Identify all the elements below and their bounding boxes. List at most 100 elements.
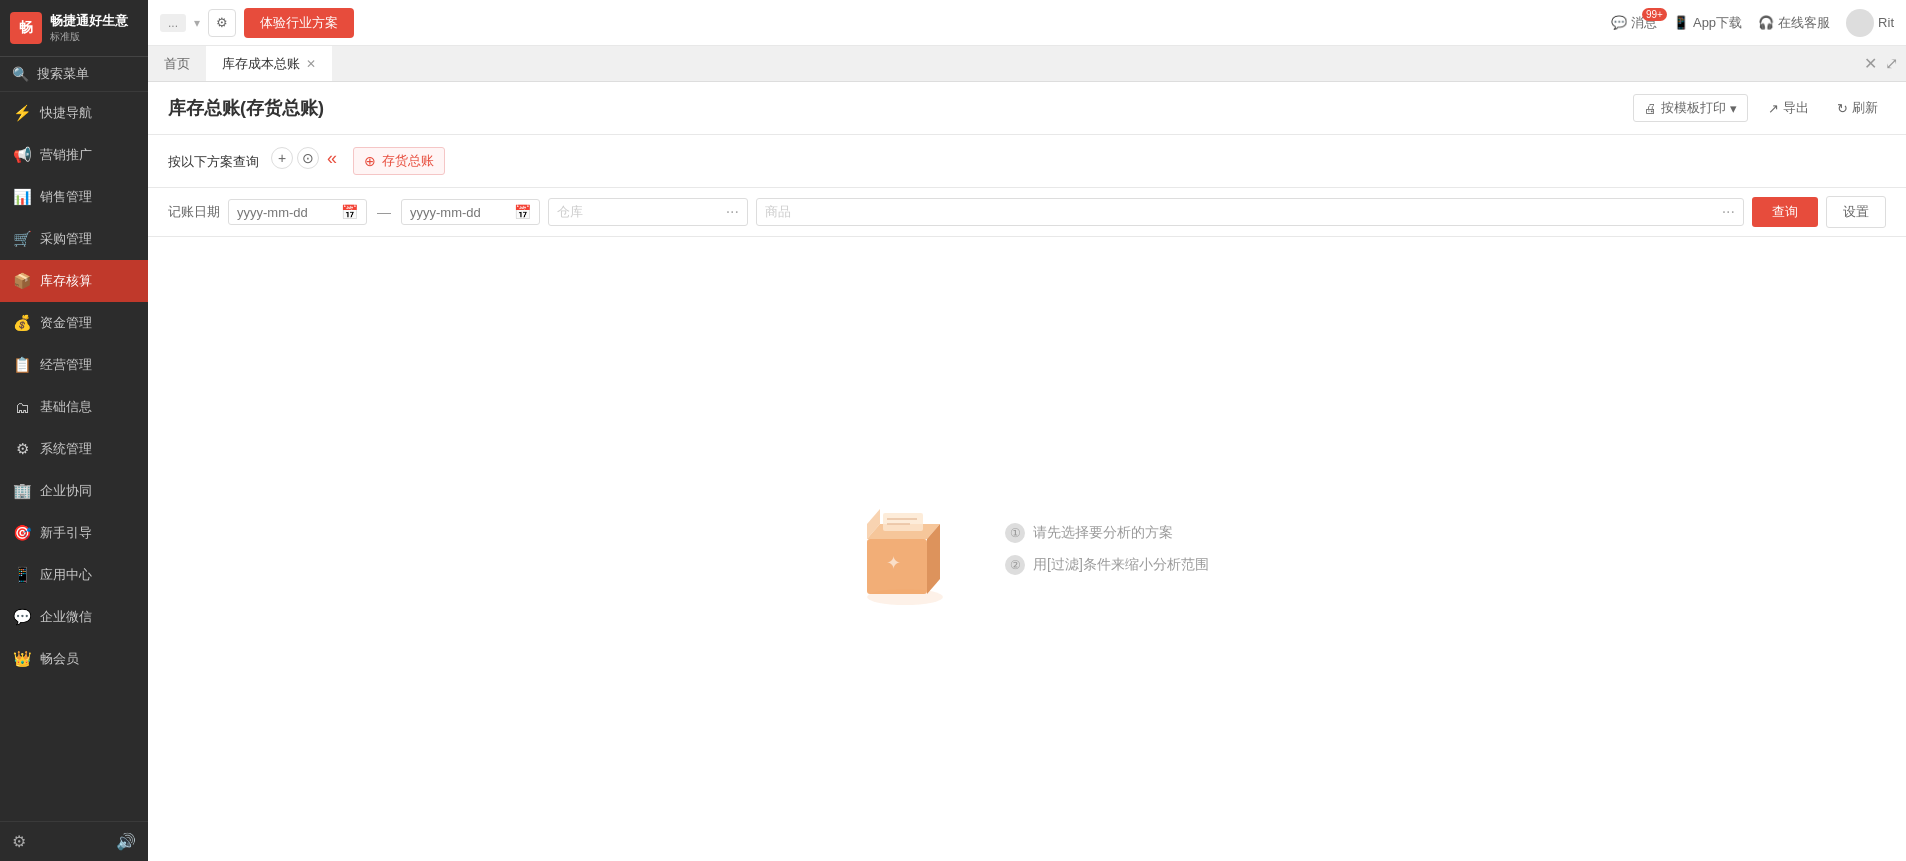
app-download-label: App下载 bbox=[1693, 14, 1742, 32]
panel-close-icon[interactable]: ✕ bbox=[1864, 54, 1877, 73]
svg-rect-6 bbox=[883, 513, 923, 531]
sidebar-search[interactable]: 🔍 搜索菜单 bbox=[0, 57, 148, 92]
export-button[interactable]: ↗ 导出 bbox=[1760, 95, 1817, 121]
sidebar-logo: 畅 畅捷通好生意 标准版 bbox=[0, 0, 148, 57]
print-chevron-icon: ▾ bbox=[1730, 101, 1737, 116]
sidebar-item-label: 应用中心 bbox=[40, 566, 136, 584]
sidebar-item-enterprise[interactable]: 🏢 企业协同 bbox=[0, 470, 148, 512]
sidebar-footer: ⚙ 🔊 bbox=[0, 821, 148, 861]
print-button[interactable]: 🖨 按模板打印 ▾ bbox=[1633, 94, 1748, 122]
sidebar-item-finance[interactable]: 💰 资金管理 bbox=[0, 302, 148, 344]
topbar: ... ▾ ⚙ 体验行业方案 💬 消息 99+ 📱 App下载 🎧 在线客服 R bbox=[148, 0, 1906, 46]
empty-illustration: ✦ bbox=[845, 489, 965, 609]
wechat-icon: 💬 bbox=[12, 607, 32, 627]
svg-text:✦: ✦ bbox=[886, 553, 901, 573]
sidebar-item-system[interactable]: ⚙ 系统管理 bbox=[0, 428, 148, 470]
chevron-down-icon: ▾ bbox=[194, 16, 200, 30]
settings-button[interactable]: 设置 bbox=[1826, 196, 1886, 228]
calendar-end-icon[interactable]: 📅 bbox=[514, 204, 531, 220]
sidebar-item-quick-nav[interactable]: ⚡ 快捷导航 bbox=[0, 92, 148, 134]
add-filter-button[interactable]: + bbox=[271, 147, 293, 169]
quick-nav-icon: ⚡ bbox=[12, 103, 32, 123]
empty-hint-2: ② 用[过滤]条件来缩小分析范围 bbox=[1005, 555, 1209, 575]
empty-texts: ① 请先选择要分析的方案 ② 用[过滤]条件来缩小分析范围 bbox=[1005, 523, 1209, 575]
tab-inventory-cost-label: 库存成本总账 bbox=[222, 55, 300, 73]
scheme-item[interactable]: ⊕ 存货总账 bbox=[353, 147, 445, 175]
topbar-settings-icon[interactable]: ⚙ bbox=[208, 9, 236, 37]
query-button[interactable]: 查询 bbox=[1752, 197, 1818, 227]
warehouse-select[interactable]: 仓库 ··· bbox=[548, 198, 748, 226]
sidebar-item-label: 新手引导 bbox=[40, 524, 136, 542]
sidebar-item-marketing[interactable]: 📢 营销推广 bbox=[0, 134, 148, 176]
speaker-footer-icon[interactable]: 🔊 bbox=[116, 832, 136, 851]
main-area: ... ▾ ⚙ 体验行业方案 💬 消息 99+ 📱 App下载 🎧 在线客服 R bbox=[148, 0, 1906, 861]
message-button[interactable]: 💬 消息 99+ bbox=[1611, 14, 1657, 32]
sidebar-item-label: 资金管理 bbox=[40, 314, 136, 332]
sidebar-item-operations[interactable]: 📋 经营管理 bbox=[0, 344, 148, 386]
settings-footer-icon[interactable]: ⚙ bbox=[12, 832, 26, 851]
product-select[interactable]: 商品 ··· bbox=[756, 198, 1744, 226]
headset-icon: 🎧 bbox=[1758, 15, 1774, 30]
hint-num-1: ① bbox=[1005, 523, 1025, 543]
sidebar-item-label: 企业协同 bbox=[40, 482, 136, 500]
empty-state: ✦ ① 请先选择要分析的方案 ② 用[过滤]条件来缩小分析范围 bbox=[148, 237, 1906, 861]
sidebar-item-label: 系统管理 bbox=[40, 440, 136, 458]
app-center-icon: 📱 bbox=[12, 565, 32, 585]
export-label: 导出 bbox=[1783, 99, 1809, 117]
hint-text-2: 用[过滤]条件来缩小分析范围 bbox=[1033, 556, 1209, 574]
online-service-label: 在线客服 bbox=[1778, 14, 1830, 32]
refresh-icon: ↻ bbox=[1837, 101, 1848, 116]
refresh-label: 刷新 bbox=[1852, 99, 1878, 117]
tab-close-icon[interactable]: ✕ bbox=[306, 57, 316, 71]
sidebar-item-label: 采购管理 bbox=[40, 230, 136, 248]
sidebar-item-label: 快捷导航 bbox=[40, 104, 136, 122]
inventory-icon: 📦 bbox=[12, 271, 32, 291]
sidebar-item-purchase[interactable]: 🛒 采购管理 bbox=[0, 218, 148, 260]
online-service-button[interactable]: 🎧 在线客服 bbox=[1758, 14, 1830, 32]
topbar-left: ... ▾ ⚙ 体验行业方案 bbox=[160, 8, 1611, 38]
user-avatar-button[interactable]: Rit bbox=[1846, 9, 1894, 37]
date-start-input[interactable] bbox=[237, 205, 337, 220]
sidebar-item-basic[interactable]: 🗂 基础信息 bbox=[0, 386, 148, 428]
page-header: 库存总账(存货总账) 🖨 按模板打印 ▾ ↗ 导出 ↻ 刷新 bbox=[148, 82, 1906, 135]
date-start-input-wrap[interactable]: 📅 bbox=[228, 199, 367, 225]
sidebar-item-member[interactable]: 👑 畅会员 bbox=[0, 638, 148, 680]
sidebar-item-wechat[interactable]: 💬 企业微信 bbox=[0, 596, 148, 638]
calendar-start-icon[interactable]: 📅 bbox=[341, 204, 358, 220]
tab-home[interactable]: 首页 bbox=[148, 46, 206, 81]
hint-num-2: ② bbox=[1005, 555, 1025, 575]
sidebar-item-label: 销售管理 bbox=[40, 188, 136, 206]
app-download-button[interactable]: 📱 App下载 bbox=[1673, 14, 1742, 32]
sidebar-item-inventory[interactable]: 📦 库存核算 bbox=[0, 260, 148, 302]
sidebar-item-app-center[interactable]: 📱 应用中心 bbox=[0, 554, 148, 596]
message-icon: 💬 bbox=[1611, 15, 1627, 30]
basic-icon: 🗂 bbox=[12, 397, 32, 417]
breadcrumb: ... bbox=[160, 14, 186, 32]
manage-filter-button[interactable]: ⊙ bbox=[297, 147, 319, 169]
page-title: 库存总账(存货总账) bbox=[168, 96, 324, 120]
sidebar-item-label: 经营管理 bbox=[40, 356, 136, 374]
collapse-filter-button[interactable]: « bbox=[323, 148, 341, 169]
avatar bbox=[1846, 9, 1874, 37]
panel-expand-icon[interactable]: ⤢ bbox=[1885, 54, 1898, 73]
app-title: 畅捷通好生意 bbox=[50, 12, 128, 30]
warehouse-more-icon[interactable]: ··· bbox=[726, 203, 739, 221]
empty-box-svg: ✦ bbox=[845, 489, 965, 609]
content-area: 库存总账(存货总账) 🖨 按模板打印 ▾ ↗ 导出 ↻ 刷新 按以下方案查询 bbox=[148, 82, 1906, 861]
export-icon: ↗ bbox=[1768, 101, 1779, 116]
date-end-input[interactable] bbox=[410, 205, 510, 220]
warehouse-label: 仓库 bbox=[557, 203, 722, 221]
sidebar-item-newbie[interactable]: 🎯 新手引导 bbox=[0, 512, 148, 554]
sidebar: 畅 畅捷通好生意 标准版 🔍 搜索菜单 ⚡ 快捷导航 📢 营销推广 📊 销售管理… bbox=[0, 0, 148, 861]
sidebar-item-sales[interactable]: 📊 销售管理 bbox=[0, 176, 148, 218]
date-end-input-wrap[interactable]: 📅 bbox=[401, 199, 540, 225]
date-row: 记账日期 📅 — 📅 仓库 ··· 商品 ··· 查询 设置 bbox=[148, 188, 1906, 237]
system-icon: ⚙ bbox=[12, 439, 32, 459]
purchase-icon: 🛒 bbox=[12, 229, 32, 249]
trial-button[interactable]: 体验行业方案 bbox=[244, 8, 354, 38]
refresh-button[interactable]: ↻ 刷新 bbox=[1829, 95, 1886, 121]
sidebar-item-label: 企业微信 bbox=[40, 608, 136, 626]
product-more-icon[interactable]: ··· bbox=[1722, 203, 1735, 221]
scheme-label: 存货总账 bbox=[382, 152, 434, 170]
tab-inventory-cost[interactable]: 库存成本总账 ✕ bbox=[206, 46, 332, 81]
